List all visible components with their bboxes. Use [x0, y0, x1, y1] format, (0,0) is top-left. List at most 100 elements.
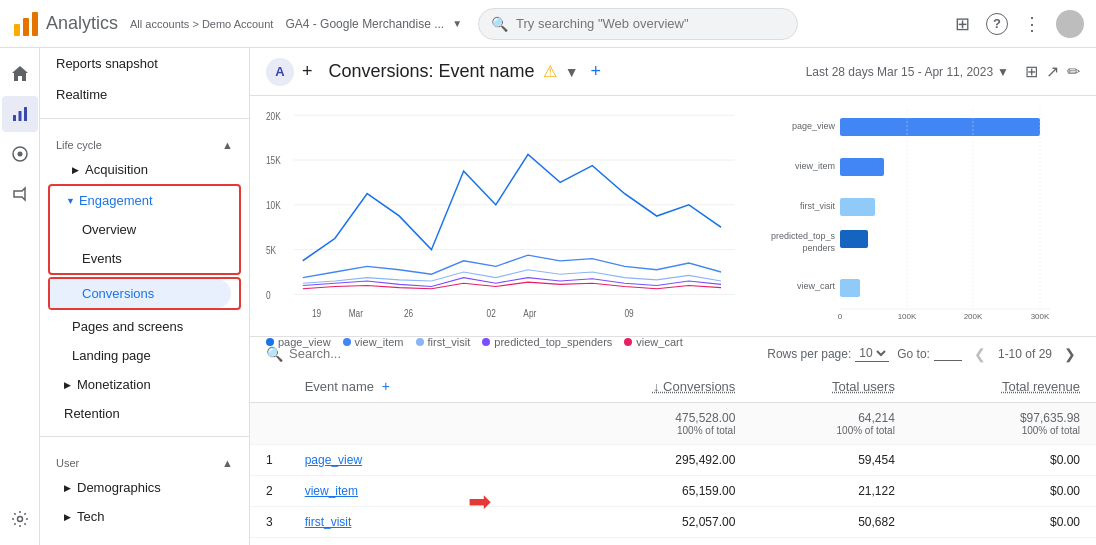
avatar[interactable] [1056, 10, 1084, 38]
demographics-expand-icon: ▶ [64, 483, 71, 493]
legend-dot-view-cart [624, 338, 632, 346]
svg-text:09: 09 [625, 308, 634, 319]
property-dropdown-icon[interactable]: ▼ [452, 18, 462, 29]
row4-users: 23,344 [751, 538, 911, 546]
svg-text:100K: 100K [898, 312, 917, 321]
sidebar-events[interactable]: Events [50, 244, 239, 273]
sidebar-lifecycle-header[interactable]: Life cycle ▲ [40, 127, 249, 155]
search-input[interactable] [516, 16, 785, 31]
title-dropdown-icon[interactable]: ▼ [565, 64, 579, 80]
row2-conversions: 65,159.00 [559, 476, 751, 507]
totals-row: 475,528.00 100% of total 64,214 100% of … [250, 403, 1096, 445]
nav-home[interactable] [2, 56, 38, 92]
row2-revenue: $0.00 [911, 476, 1096, 507]
legend-first-visit: first_visit [416, 336, 471, 348]
row4-revenue: $0.00 [911, 538, 1096, 546]
customize-icon[interactable]: ✏ [1067, 62, 1080, 81]
col-event-name[interactable]: Event name + [289, 370, 559, 403]
svg-text:first_visit: first_visit [800, 201, 836, 211]
line-chart-container: 20K 15K 10K 5K 0 19 Mar 26 02 Apr [266, 104, 744, 328]
property-name[interactable]: GA4 - Google Merchandise ... [285, 17, 444, 31]
sidebar-conversions[interactable]: Conversions [50, 279, 231, 308]
table-header-row: Event name + ↓ Conversions Total users T… [250, 370, 1096, 403]
page-prev-icon[interactable]: ❮ [970, 346, 990, 362]
sidebar-retention[interactable]: Retention [40, 399, 249, 428]
row1-users: 59,454 [751, 445, 911, 476]
monetization-expand-icon: ▶ [64, 380, 71, 390]
table-row: 2 view_item 65,159.00 21,122 $0.00 [250, 476, 1096, 507]
sidebar-user-header[interactable]: User ▲ [40, 445, 249, 473]
row1-event[interactable]: page_view [289, 445, 559, 476]
logo-area: Analytics [12, 10, 118, 38]
row3-event[interactable]: first_visit [289, 507, 559, 538]
svg-text:page_view: page_view [792, 121, 836, 131]
nav-reports[interactable] [2, 96, 38, 132]
more-options-icon[interactable]: ⋮ [1020, 12, 1044, 36]
sidebar-demographics[interactable]: ▶ Demographics [40, 473, 249, 502]
table-header: Event name + ↓ Conversions Total users T… [250, 370, 1096, 403]
totals-event [289, 403, 559, 445]
top-bar: Analytics All accounts > Demo Account GA… [0, 0, 1096, 48]
table-row: 4 predicted_top_spenders 42,190.00 23,34… [250, 538, 1096, 546]
col-conversions[interactable]: ↓ Conversions [559, 370, 751, 403]
add-metric-btn[interactable]: + [590, 61, 601, 82]
help-icon[interactable]: ? [986, 13, 1008, 35]
table-wrapper: ➡ Event name + ↓ Conversions Tot [250, 370, 1096, 545]
main-layout: Reports snapshot Realtime Life cycle ▲ ▶… [0, 48, 1096, 545]
arrow-icon: ➡ [468, 488, 491, 516]
legend-predicted: predicted_top_spenders [482, 336, 612, 348]
goto-input[interactable]: 1 [934, 346, 962, 361]
compare-icon[interactable]: ⊞ [1025, 62, 1038, 81]
col-total-revenue[interactable]: Total revenue [911, 370, 1096, 403]
content-area: A + Conversions: Event name ⚠ ▼ + Last 2… [250, 48, 1096, 545]
sidebar-engagement[interactable]: ▼ Engagement [50, 186, 239, 215]
goto-page: Go to: 1 [897, 346, 962, 361]
share-icon[interactable]: ↗ [1046, 62, 1059, 81]
svg-text:200K: 200K [964, 312, 983, 321]
svg-rect-34 [840, 230, 868, 248]
add-column-btn[interactable]: + [382, 378, 390, 394]
row3-num: 3 [250, 507, 289, 538]
sidebar-acquisition[interactable]: ▶ Acquisition [40, 155, 249, 184]
divider-2 [40, 436, 249, 437]
row2-event[interactable]: view_item [289, 476, 559, 507]
analytics-logo [12, 10, 40, 38]
row1-num: 1 [250, 445, 289, 476]
sidebar-overview[interactable]: Overview [50, 215, 239, 244]
svg-rect-5 [24, 107, 27, 121]
col-num [250, 370, 289, 403]
breadcrumb: All accounts > Demo Account [130, 18, 273, 30]
rows-per-page-select[interactable]: 10 25 50 [855, 345, 889, 362]
totals-num [250, 403, 289, 445]
sidebar-landing-page[interactable]: Landing page [40, 341, 249, 370]
totals-revenue: $97,635.98 100% of total [911, 403, 1096, 445]
add-comparison-btn[interactable]: + [302, 61, 313, 82]
sidebar-reports-snapshot[interactable]: Reports snapshot [40, 48, 249, 79]
svg-rect-32 [840, 158, 884, 176]
page-next-icon[interactable]: ❯ [1060, 346, 1080, 362]
svg-text:26: 26 [404, 308, 413, 319]
nav-advertising[interactable] [2, 176, 38, 212]
date-range-dropdown-icon: ▼ [997, 65, 1009, 79]
sidebar-monetization[interactable]: ▶ Monetization [40, 370, 249, 399]
sidebar-pages-screens[interactable]: Pages and screens [40, 312, 249, 341]
legend-dot-first-visit [416, 338, 424, 346]
row4-event[interactable]: predicted_top_spenders [289, 538, 559, 546]
nav-explore[interactable] [2, 136, 38, 172]
sidebar-tech[interactable]: ▶ Tech [40, 502, 249, 531]
sidebar-realtime[interactable]: Realtime [40, 79, 249, 110]
svg-rect-1 [23, 18, 29, 36]
svg-text:02: 02 [487, 308, 496, 319]
svg-rect-33 [840, 198, 875, 216]
svg-text:view_cart: view_cart [797, 281, 836, 291]
apps-icon[interactable]: ⊞ [950, 12, 974, 36]
date-range-picker[interactable]: Last 28 days Mar 15 - Apr 11, 2023 ▼ [806, 65, 1009, 79]
totals-users: 64,214 100% of total [751, 403, 911, 445]
chart-area: 20K 15K 10K 5K 0 19 Mar 26 02 Apr [250, 96, 1096, 336]
search-bar[interactable]: 🔍 [478, 8, 798, 40]
col-total-users[interactable]: Total users [751, 370, 911, 403]
row4-num: 4 [250, 538, 289, 546]
nav-settings[interactable] [2, 501, 38, 537]
rows-per-page: Rows per page: 10 25 50 [767, 345, 889, 362]
svg-text:5K: 5K [266, 245, 277, 256]
